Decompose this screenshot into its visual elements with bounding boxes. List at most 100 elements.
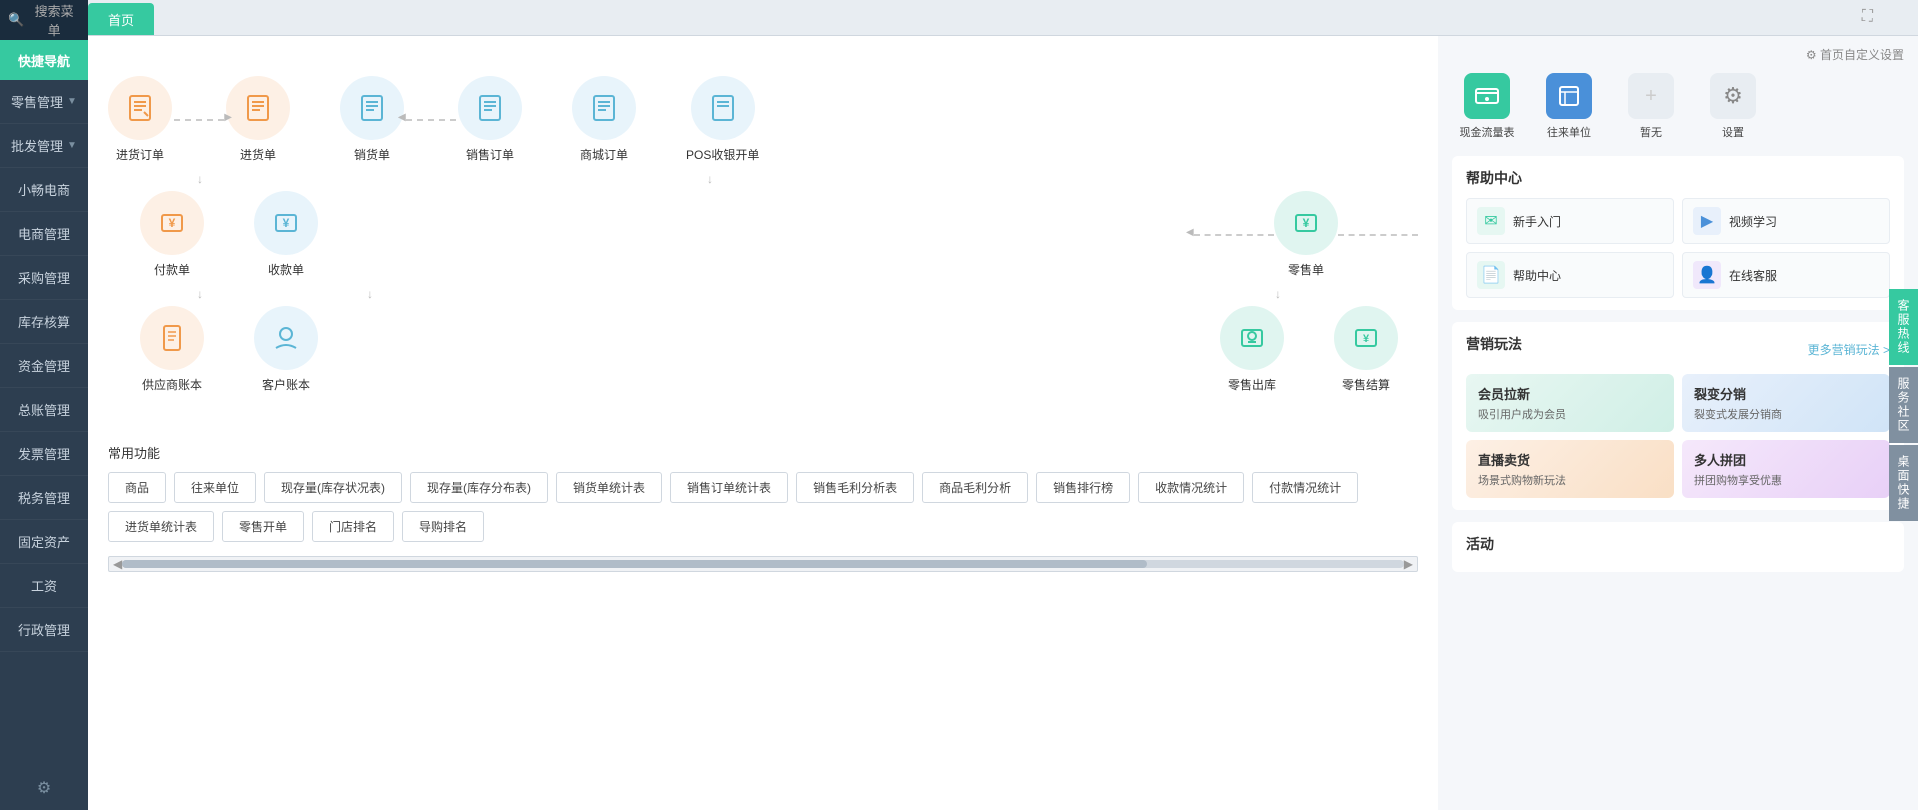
sidebar-item-retail[interactable]: 零售管理 ▼ xyxy=(0,80,88,124)
settings-icon: ⚙ xyxy=(37,780,51,797)
marketing-live[interactable]: 直播卖货 场景式购物新玩法 xyxy=(1466,440,1674,498)
func-btn-goods[interactable]: 商品 xyxy=(108,472,166,503)
flow-node-receipt[interactable]: ¥ 收款单 xyxy=(254,191,318,278)
float-btn-community[interactable]: 服务社区 xyxy=(1889,367,1918,443)
flow-node-supplier-ledger[interactable]: 供应商账本 xyxy=(140,306,204,393)
sidebar-item-finance[interactable]: 资金管理 xyxy=(0,344,88,388)
sidebar-item-salary[interactable]: 工资 xyxy=(0,564,88,608)
flow-node-mall-order[interactable]: 商城订单 xyxy=(572,76,636,163)
quick-icon-settings[interactable]: ⚙ 设置 xyxy=(1698,73,1768,140)
svg-text:¥: ¥ xyxy=(1303,216,1310,230)
sidebar-search[interactable]: 🔍 搜索菜单 xyxy=(0,0,88,40)
help-item-service[interactable]: 👤 在线客服 xyxy=(1682,252,1890,298)
flow-node-customer-ledger[interactable]: 客户账本 xyxy=(254,306,318,393)
quick-icon-units[interactable]: 往来单位 xyxy=(1534,73,1604,140)
scroll-thumb[interactable] xyxy=(122,560,1147,568)
flow-node-retail[interactable]: ¥ 零售单 xyxy=(1274,191,1338,278)
pos-label: POS收银开单 xyxy=(686,146,759,163)
scroll-left-btn[interactable]: ◀ xyxy=(113,557,122,571)
sidebar-item-ledger[interactable]: 总账管理 xyxy=(0,388,88,432)
float-btn-desktop[interactable]: 桌面快捷 xyxy=(1889,445,1918,521)
units-label: 往来单位 xyxy=(1547,124,1591,140)
marketing-fission[interactable]: 裂变分销 裂变式发展分销商 xyxy=(1682,374,1890,432)
flow-node-retail-settle[interactable]: ¥ 零售结算 xyxy=(1334,306,1398,393)
help-item-beginner[interactable]: ✉ 新手入门 xyxy=(1466,198,1674,244)
sidebar-item-wholesale[interactable]: 批发管理 ▼ xyxy=(0,124,88,168)
func-btn-sales-stat[interactable]: 销货单统计表 xyxy=(556,472,662,503)
flow-node-pos[interactable]: POS收银开单 xyxy=(686,76,759,163)
receipt-icon: ¥ xyxy=(254,191,318,255)
func-btn-units[interactable]: 往来单位 xyxy=(174,472,256,503)
quick-icon-none[interactable]: + 暂无 xyxy=(1616,73,1686,140)
func-btn-purchase-stat[interactable]: 进货单统计表 xyxy=(108,511,214,542)
sidebar-item-inventory[interactable]: 库存核算 xyxy=(0,300,88,344)
tab-home-label: 首页 xyxy=(108,10,134,29)
tabbar: 首页 xyxy=(88,0,1918,36)
flow-node-purchase[interactable]: 进货单 xyxy=(226,76,290,163)
sidebar-item-ecom-small[interactable]: 小畅电商 xyxy=(0,168,88,212)
sale-order-label: 销售订单 xyxy=(466,146,514,163)
sidebar-item-label: 固定资产 xyxy=(18,532,70,551)
group-sub: 拼团购物享受优惠 xyxy=(1694,472,1878,488)
func-btn-payment-stat[interactable]: 付款情况统计 xyxy=(1252,472,1358,503)
func-btn-ranking[interactable]: 销售排行榜 xyxy=(1036,472,1130,503)
help-grid: ✉ 新手入门 ▶ 视频学习 📄 帮助中心 👤 在线客服 xyxy=(1466,198,1890,298)
sidebar-settings-button[interactable]: ⚙ xyxy=(0,766,88,810)
func-btn-order-stat[interactable]: 销售订单统计表 xyxy=(670,472,788,503)
flow-node-sale-order[interactable]: 销售订单 xyxy=(458,76,522,163)
marketing-group[interactable]: 多人拼团 拼团购物享受优惠 xyxy=(1682,440,1890,498)
svg-text:¥: ¥ xyxy=(169,216,176,230)
quick-icon-cashflow[interactable]: 现金流量表 xyxy=(1452,73,1522,140)
retail-icon: ¥ xyxy=(1274,191,1338,255)
sidebar-item-ecom[interactable]: 电商管理 xyxy=(0,212,88,256)
purchase-order-icon xyxy=(108,76,172,140)
scroll-right-btn[interactable]: ▶ xyxy=(1404,557,1413,571)
service-label: 在线客服 xyxy=(1729,267,1777,284)
tab-home[interactable]: 首页 xyxy=(88,3,154,35)
func-btn-guide-rank[interactable]: 导购排名 xyxy=(402,511,484,542)
activity-title: 活动 xyxy=(1466,534,1890,554)
sidebar-item-label: 批发管理 xyxy=(11,136,63,155)
purchase-order-label: 进货订单 xyxy=(116,146,164,163)
help-item-video[interactable]: ▶ 视频学习 xyxy=(1682,198,1890,244)
fullscreen-icon[interactable]: ⛶ xyxy=(1862,8,1873,26)
flow-node-retail-out[interactable]: 零售出库 xyxy=(1220,306,1284,393)
purchase-icon xyxy=(226,76,290,140)
service-icon: 👤 xyxy=(1693,261,1721,289)
flow-row-1: 进货订单 进货单 xyxy=(108,76,1418,163)
sidebar: 🔍 搜索菜单 快捷导航 零售管理 ▼ 批发管理 ▼ 小畅电商 电商管理 采购管理… xyxy=(0,0,88,810)
func-btn-stock2[interactable]: 现存量(库存分布表) xyxy=(410,472,548,503)
flow-node-payment[interactable]: ¥ 付款单 xyxy=(140,191,204,278)
sidebar-item-assets[interactable]: 固定资产 xyxy=(0,520,88,564)
sidebar-item-admin[interactable]: 行政管理 xyxy=(0,608,88,652)
sidebar-item-tax[interactable]: 税务管理 xyxy=(0,476,88,520)
func-btn-profit1[interactable]: 销售毛利分析表 xyxy=(796,472,914,503)
sidebar-item-label: 库存核算 xyxy=(18,312,70,331)
purchase-label: 进货单 xyxy=(240,146,276,163)
help-item-help[interactable]: 📄 帮助中心 xyxy=(1466,252,1674,298)
flow-node-sale[interactable]: 销货单 xyxy=(340,76,404,163)
down-arrow-mall: ↓ xyxy=(650,167,770,191)
customer-ledger-icon xyxy=(254,306,318,370)
sidebar-item-label: 小畅电商 xyxy=(18,180,70,199)
func-btn-receipt-stat[interactable]: 收款情况统计 xyxy=(1138,472,1244,503)
sidebar-item-label: 电商管理 xyxy=(18,224,70,243)
sidebar-nav-header: 快捷导航 xyxy=(0,40,88,80)
func-btn-store-rank[interactable]: 门店排名 xyxy=(312,511,394,542)
func-buttons-grid: 商品 往来单位 现存量(库存状况表) 现存量(库存分布表) 销货单统计表 销售订… xyxy=(108,472,1418,542)
customize-settings[interactable]: ⚙ 首页自定义设置 xyxy=(1452,46,1904,63)
sidebar-item-invoice[interactable]: 发票管理 xyxy=(0,432,88,476)
flow-node-purchase-order[interactable]: 进货订单 xyxy=(108,76,172,163)
marketing-member[interactable]: 会员拉新 吸引用户成为会员 xyxy=(1466,374,1674,432)
retail-label: 零售单 xyxy=(1288,261,1324,278)
func-btn-stock1[interactable]: 现存量(库存状况表) xyxy=(264,472,402,503)
func-btn-retail-order[interactable]: 零售开单 xyxy=(222,511,304,542)
scroll-track[interactable] xyxy=(122,560,1404,568)
marketing-more-link[interactable]: 更多营销玩法 > xyxy=(1808,341,1890,358)
horizontal-scrollbar[interactable]: ◀ ▶ xyxy=(108,556,1418,572)
member-title: 会员拉新 xyxy=(1478,384,1662,403)
sidebar-item-purchase[interactable]: 采购管理 xyxy=(0,256,88,300)
flow-down-arrows-2: ↓ ↓ ↓ xyxy=(108,282,1418,306)
float-btn-service[interactable]: 客服热线 xyxy=(1889,289,1918,365)
func-btn-profit2[interactable]: 商品毛利分析 xyxy=(922,472,1028,503)
